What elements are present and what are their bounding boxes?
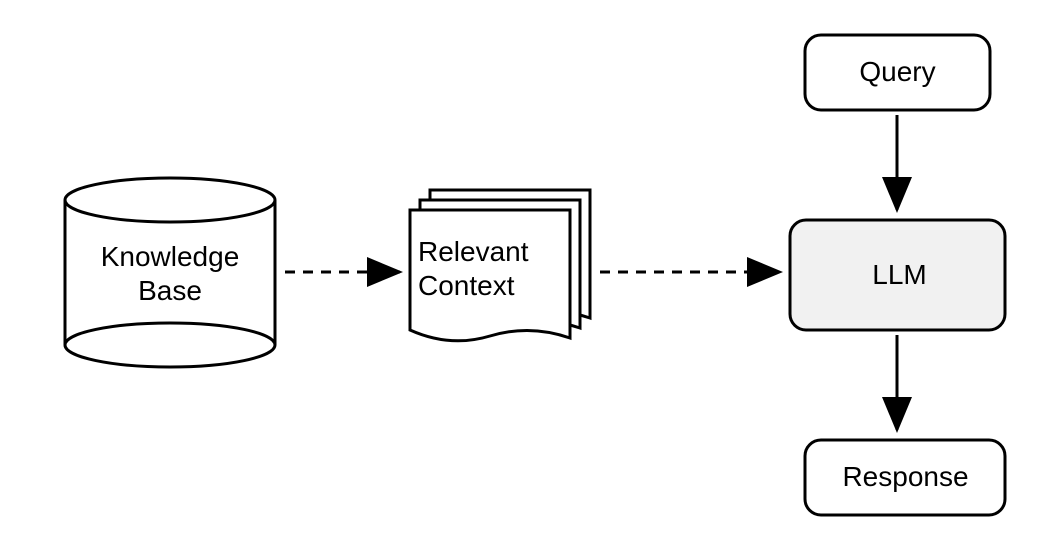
- llm-node: [790, 220, 1005, 330]
- diagram-canvas: [0, 0, 1053, 557]
- relevant-context-node: [410, 190, 590, 341]
- query-node: [805, 35, 990, 110]
- knowledge-base-node: [65, 178, 275, 367]
- response-node: [805, 440, 1005, 515]
